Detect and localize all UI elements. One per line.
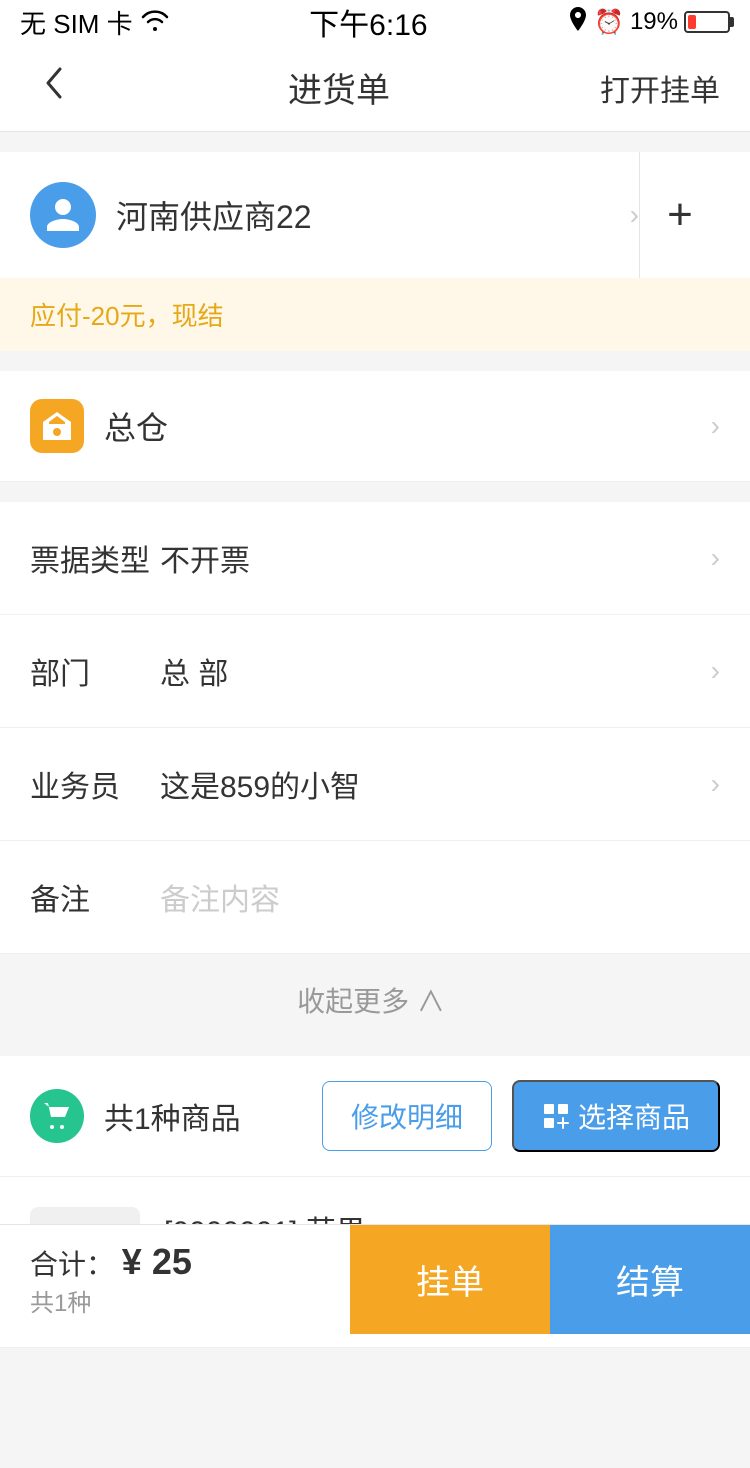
- settle-button[interactable]: 结算: [550, 1225, 750, 1334]
- edit-detail-button[interactable]: 修改明细: [322, 1081, 492, 1151]
- supplier-name: 河南供应商22: [116, 192, 620, 238]
- open-hang-button[interactable]: 打开挂单: [600, 66, 720, 110]
- section-divider-2: [0, 351, 750, 371]
- hang-button[interactable]: 挂单: [350, 1225, 550, 1334]
- status-time: 下午6:16: [309, 0, 427, 44]
- battery-icon: [684, 8, 730, 36]
- chevron-right-icon-dept: ›: [711, 655, 720, 687]
- chevron-right-icon: ›: [630, 199, 639, 231]
- ticket-type-row[interactable]: 票据类型 不开票 ›: [0, 502, 750, 615]
- section-divider-4: [0, 1046, 750, 1056]
- chevron-right-icon-warehouse: ›: [711, 410, 720, 442]
- add-supplier-button[interactable]: +: [640, 190, 720, 240]
- chevron-right-icon-ticket: ›: [711, 542, 720, 574]
- collapse-label: 收起更多 ∧: [297, 980, 445, 1020]
- chevron-right-icon-staff: ›: [711, 768, 720, 800]
- staff-row[interactable]: 业务员 这是859的小智 ›: [0, 728, 750, 841]
- carrier-text: 无 SIM 卡: [20, 4, 133, 41]
- alarm-icon: ⏰: [594, 8, 624, 37]
- ticket-type-label: 票据类型: [30, 536, 160, 580]
- location-icon: [568, 7, 588, 38]
- remark-input[interactable]: 备注内容: [160, 875, 720, 919]
- select-product-label: 选择商品: [578, 1096, 690, 1136]
- notice-text: 应付-20元，现结: [30, 301, 224, 331]
- remark-row[interactable]: 备注 备注内容: [0, 841, 750, 954]
- collapse-button[interactable]: 收起更多 ∧: [0, 954, 750, 1046]
- products-icon: [30, 1089, 84, 1143]
- notice-bar: 应付-20元，现结: [0, 278, 750, 351]
- total-sub: 共1种: [30, 1283, 320, 1318]
- remark-label: 备注: [30, 875, 160, 919]
- staff-value: 这是859的小智: [160, 762, 701, 806]
- supplier-avatar: [30, 182, 96, 248]
- nav-bar: 进货单 打开挂单: [0, 44, 750, 132]
- staff-label: 业务员: [30, 762, 160, 806]
- total-amount: ¥ 25: [122, 1241, 192, 1282]
- products-header: 共1种商品 修改明细 选择商品: [0, 1056, 750, 1177]
- warehouse-icon: [30, 399, 84, 453]
- status-right: ⏰ 19%: [568, 7, 730, 38]
- total-section: 合计： ¥ 25 共1种: [0, 1225, 350, 1334]
- select-product-button[interactable]: 选择商品: [512, 1080, 720, 1152]
- form-section: 票据类型 不开票 › 部门 总 部 › 业务员 这是859的小智 › 备注 备注…: [0, 502, 750, 954]
- department-row[interactable]: 部门 总 部 ›: [0, 615, 750, 728]
- bottom-bar: 合计： ¥ 25 共1种 挂单 结算: [0, 1224, 750, 1334]
- bottom-spacer: [0, 1348, 750, 1468]
- warehouse-name: 总仓: [104, 403, 701, 449]
- supplier-section: 河南供应商22 › +: [0, 152, 750, 278]
- dept-label: 部门: [30, 649, 160, 693]
- ticket-type-value: 不开票: [160, 536, 701, 580]
- supplier-row[interactable]: 河南供应商22 ›: [30, 152, 640, 278]
- total-row: 合计： ¥ 25: [30, 1241, 320, 1283]
- status-left: 无 SIM 卡: [20, 4, 169, 41]
- page-title: 进货单: [288, 63, 390, 112]
- back-button[interactable]: [30, 51, 78, 124]
- wifi-icon: [141, 7, 169, 38]
- section-divider-1: [0, 132, 750, 152]
- battery-percent: 19%: [630, 8, 678, 36]
- dept-value: 总 部: [160, 649, 701, 693]
- products-count: 共1种商品: [104, 1094, 302, 1138]
- total-label: 合计：: [30, 1249, 114, 1280]
- status-bar: 无 SIM 卡 下午6:16 ⏰ 19%: [0, 0, 750, 44]
- section-divider-3: [0, 482, 750, 502]
- warehouse-row[interactable]: 总仓 ›: [0, 371, 750, 482]
